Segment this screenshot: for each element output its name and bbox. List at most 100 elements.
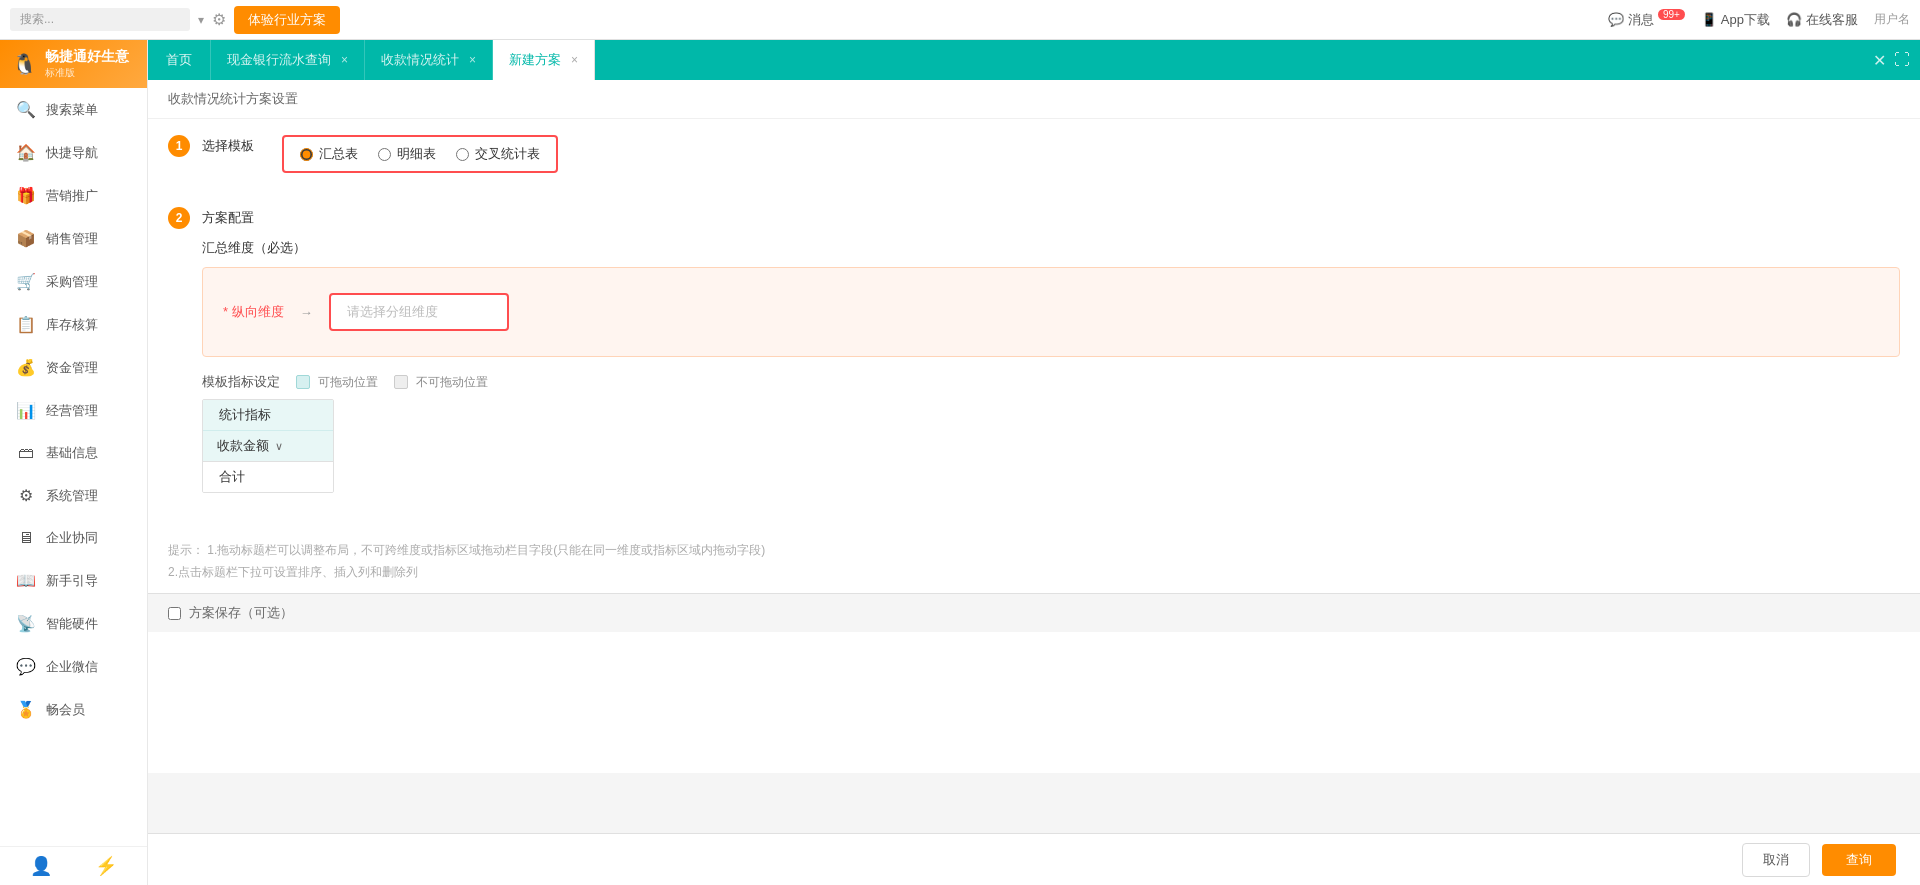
radio-crosstab[interactable] bbox=[456, 148, 469, 161]
step1-badge: 1 bbox=[168, 135, 190, 157]
sidebar-item-operations[interactable]: 📊 经营管理 bbox=[0, 389, 147, 432]
indicator-header: 模板指标设定 可拖动位置 不可拖动位置 bbox=[202, 373, 1900, 391]
sidebar-item-search-menu[interactable]: 🔍 搜索菜单 bbox=[0, 88, 147, 131]
indicator-title: 模板指标设定 bbox=[202, 373, 280, 391]
tips-section: 提示： 1.拖动标题栏可以调整布局，不可跨维度或指标区域拖动栏目字段(只能在同一… bbox=[148, 530, 1920, 593]
step2-label: 方案配置 bbox=[202, 209, 1884, 227]
finance-icon: 💰 bbox=[16, 358, 36, 377]
logo-text: 畅捷通好生意 bbox=[45, 48, 129, 66]
tab-receipt-stat-close[interactable]: × bbox=[469, 53, 476, 67]
step2-row: 2 方案配置 汇总维度（必选） * 纵向维度 → 请选择分组维度 bbox=[168, 207, 1900, 496]
legend-fixed-box bbox=[394, 375, 408, 389]
sidebar-label-smart-hw: 智能硬件 bbox=[46, 615, 98, 633]
indicator-cell-dropdown-icon[interactable]: ∨ bbox=[275, 440, 283, 453]
option-summary-label: 汇总表 bbox=[319, 145, 358, 163]
top-bar-left: 搜索... ▾ ⚙ 体验行业方案 bbox=[10, 6, 1600, 34]
top-bar: 搜索... ▾ ⚙ 体验行业方案 💬 消息 99+ 📱 App下载 🎧 在线客服… bbox=[0, 0, 1920, 40]
industry-plan-button[interactable]: 体验行业方案 bbox=[234, 6, 340, 34]
sidebar-label-inventory: 库存核算 bbox=[46, 316, 98, 334]
step2-content: 方案配置 汇总维度（必选） * 纵向维度 → 请选择分组维度 bbox=[202, 207, 1900, 496]
message-badge: 99+ bbox=[1658, 9, 1685, 20]
tab-bar: 首页 现金银行流水查询 × 收款情况统计 × 新建方案 × ✕ ⛶ bbox=[148, 40, 1920, 80]
indicator-total: 合计 bbox=[203, 461, 333, 492]
collab-icon: 🖥 bbox=[16, 529, 36, 547]
message-label: 消息 bbox=[1628, 11, 1654, 29]
content-area: 首页 现金银行流水查询 × 收款情况统计 × 新建方案 × ✕ ⛶ 收款情况统 bbox=[148, 40, 1920, 885]
tab-new-plan[interactable]: 新建方案 × bbox=[493, 40, 595, 80]
cancel-button[interactable]: 取消 bbox=[1742, 843, 1810, 877]
radio-summary[interactable] bbox=[300, 148, 313, 161]
save-plan-checkbox[interactable] bbox=[168, 607, 181, 620]
tab-home[interactable]: 首页 bbox=[148, 40, 211, 80]
dim-selector[interactable]: 请选择分组维度 bbox=[329, 293, 509, 331]
tab-expand-icon[interactable]: ⛶ bbox=[1894, 51, 1910, 69]
tab-receipt-stat[interactable]: 收款情况统计 × bbox=[365, 40, 493, 80]
tab-bank-flow-label: 现金银行流水查询 bbox=[227, 51, 331, 69]
guide-icon: 📖 bbox=[16, 571, 36, 590]
message-item[interactable]: 💬 消息 99+ bbox=[1608, 11, 1685, 29]
template-options: 汇总表 明细表 交叉统计表 bbox=[282, 135, 558, 173]
main-layout: 🐧 畅捷通好生意 标准版 🔍 搜索菜单 🏠 快捷导航 🎁 营销推广 📦 销售管理… bbox=[0, 40, 1920, 885]
online-support-item[interactable]: 🎧 在线客服 bbox=[1786, 11, 1858, 29]
radio-detail[interactable] bbox=[378, 148, 391, 161]
option-summary[interactable]: 汇总表 bbox=[300, 145, 358, 163]
sidebar-label-corp-collab: 企业协同 bbox=[46, 529, 98, 547]
page-content: 收款情况统计方案设置 1 选择模板 汇总表 bbox=[148, 80, 1920, 833]
indicator-section: 模板指标设定 可拖动位置 不可拖动位置 bbox=[202, 373, 1900, 496]
indicator-cell-label: 收款金额 bbox=[217, 437, 269, 455]
gift-icon: 🎁 bbox=[16, 186, 36, 205]
tab-receipt-stat-label: 收款情况统计 bbox=[381, 51, 459, 69]
sidebar-item-marketing[interactable]: 🎁 营销推广 bbox=[0, 174, 147, 217]
sidebar-item-basic-info[interactable]: 🗃 基础信息 bbox=[0, 432, 147, 474]
option-crosstab[interactable]: 交叉统计表 bbox=[456, 145, 540, 163]
sidebar-item-purchase[interactable]: 🛒 采购管理 bbox=[0, 260, 147, 303]
sales-icon: 📦 bbox=[16, 229, 36, 248]
gear-icon[interactable]: ⚙ bbox=[212, 10, 226, 29]
sidebar-item-member[interactable]: 🏅 畅会员 bbox=[0, 688, 147, 731]
bottom-action-bar: 取消 查询 bbox=[148, 833, 1920, 885]
sidebar-label-guide: 新手引导 bbox=[46, 572, 98, 590]
sidebar-item-inventory[interactable]: 📋 库存核算 bbox=[0, 303, 147, 346]
tab-new-plan-close[interactable]: × bbox=[571, 53, 578, 67]
sidebar-item-system[interactable]: ⚙ 系统管理 bbox=[0, 474, 147, 517]
indicator-table: 统计指标 收款金额 ∨ 合计 bbox=[202, 399, 334, 493]
indicator-cell[interactable]: 收款金额 ∨ bbox=[203, 430, 333, 461]
search-box[interactable]: 搜索... bbox=[10, 8, 190, 31]
sidebar-item-smart-hw[interactable]: 📡 智能硬件 bbox=[0, 602, 147, 645]
sidebar-item-quick-nav[interactable]: 🏠 快捷导航 bbox=[0, 131, 147, 174]
option-detail[interactable]: 明细表 bbox=[378, 145, 436, 163]
dropdown-arrow-icon[interactable]: ▾ bbox=[198, 13, 204, 27]
app-icon: 📱 bbox=[1701, 12, 1717, 27]
step1-label: 选择模板 bbox=[202, 137, 254, 155]
sidebar-item-finance[interactable]: 💰 资金管理 bbox=[0, 346, 147, 389]
home-icon: 🏠 bbox=[16, 143, 36, 162]
sidebar-bottom-icon-left[interactable]: 👤 bbox=[30, 855, 52, 877]
sidebar-item-guide[interactable]: 📖 新手引导 bbox=[0, 559, 147, 602]
sidebar-label-basic-info: 基础信息 bbox=[46, 444, 98, 462]
app-download-label: App下载 bbox=[1721, 11, 1770, 29]
tab-bank-flow-close[interactable]: × bbox=[341, 53, 348, 67]
app-download-item[interactable]: 📱 App下载 bbox=[1701, 11, 1770, 29]
sidebar-item-sales[interactable]: 📦 销售管理 bbox=[0, 217, 147, 260]
operations-icon: 📊 bbox=[16, 401, 36, 420]
option-detail-label: 明细表 bbox=[397, 145, 436, 163]
legend-draggable-label: 可拖动位置 bbox=[318, 374, 378, 391]
sidebar-bottom-icon-right[interactable]: ⚡ bbox=[95, 855, 117, 877]
basic-info-icon: 🗃 bbox=[16, 444, 36, 462]
tab-window-close-icon[interactable]: ✕ bbox=[1873, 51, 1886, 70]
user-label: 用户名 bbox=[1874, 11, 1910, 28]
tips-line2: 2.点击标题栏下拉可设置排序、插入列和删除列 bbox=[168, 562, 1900, 584]
sidebar-item-corp-wechat[interactable]: 💬 企业微信 bbox=[0, 645, 147, 688]
step2-section: 2 方案配置 汇总维度（必选） * 纵向维度 → 请选择分组维度 bbox=[148, 207, 1920, 530]
step2-badge: 2 bbox=[168, 207, 190, 229]
sidebar-label-operations: 经营管理 bbox=[46, 402, 98, 420]
purchase-icon: 🛒 bbox=[16, 272, 36, 291]
tab-bank-flow[interactable]: 现金银行流水查询 × bbox=[211, 40, 365, 80]
query-button[interactable]: 查询 bbox=[1822, 844, 1896, 876]
sidebar-logo: 🐧 畅捷通好生意 标准版 bbox=[0, 40, 147, 88]
tab-bar-right: ✕ ⛶ bbox=[1873, 51, 1920, 70]
option-crosstab-label: 交叉统计表 bbox=[475, 145, 540, 163]
user-item[interactable]: 用户名 bbox=[1874, 11, 1910, 28]
wechat-icon: 💬 bbox=[16, 657, 36, 676]
sidebar-item-corp-collab[interactable]: 🖥 企业协同 bbox=[0, 517, 147, 559]
